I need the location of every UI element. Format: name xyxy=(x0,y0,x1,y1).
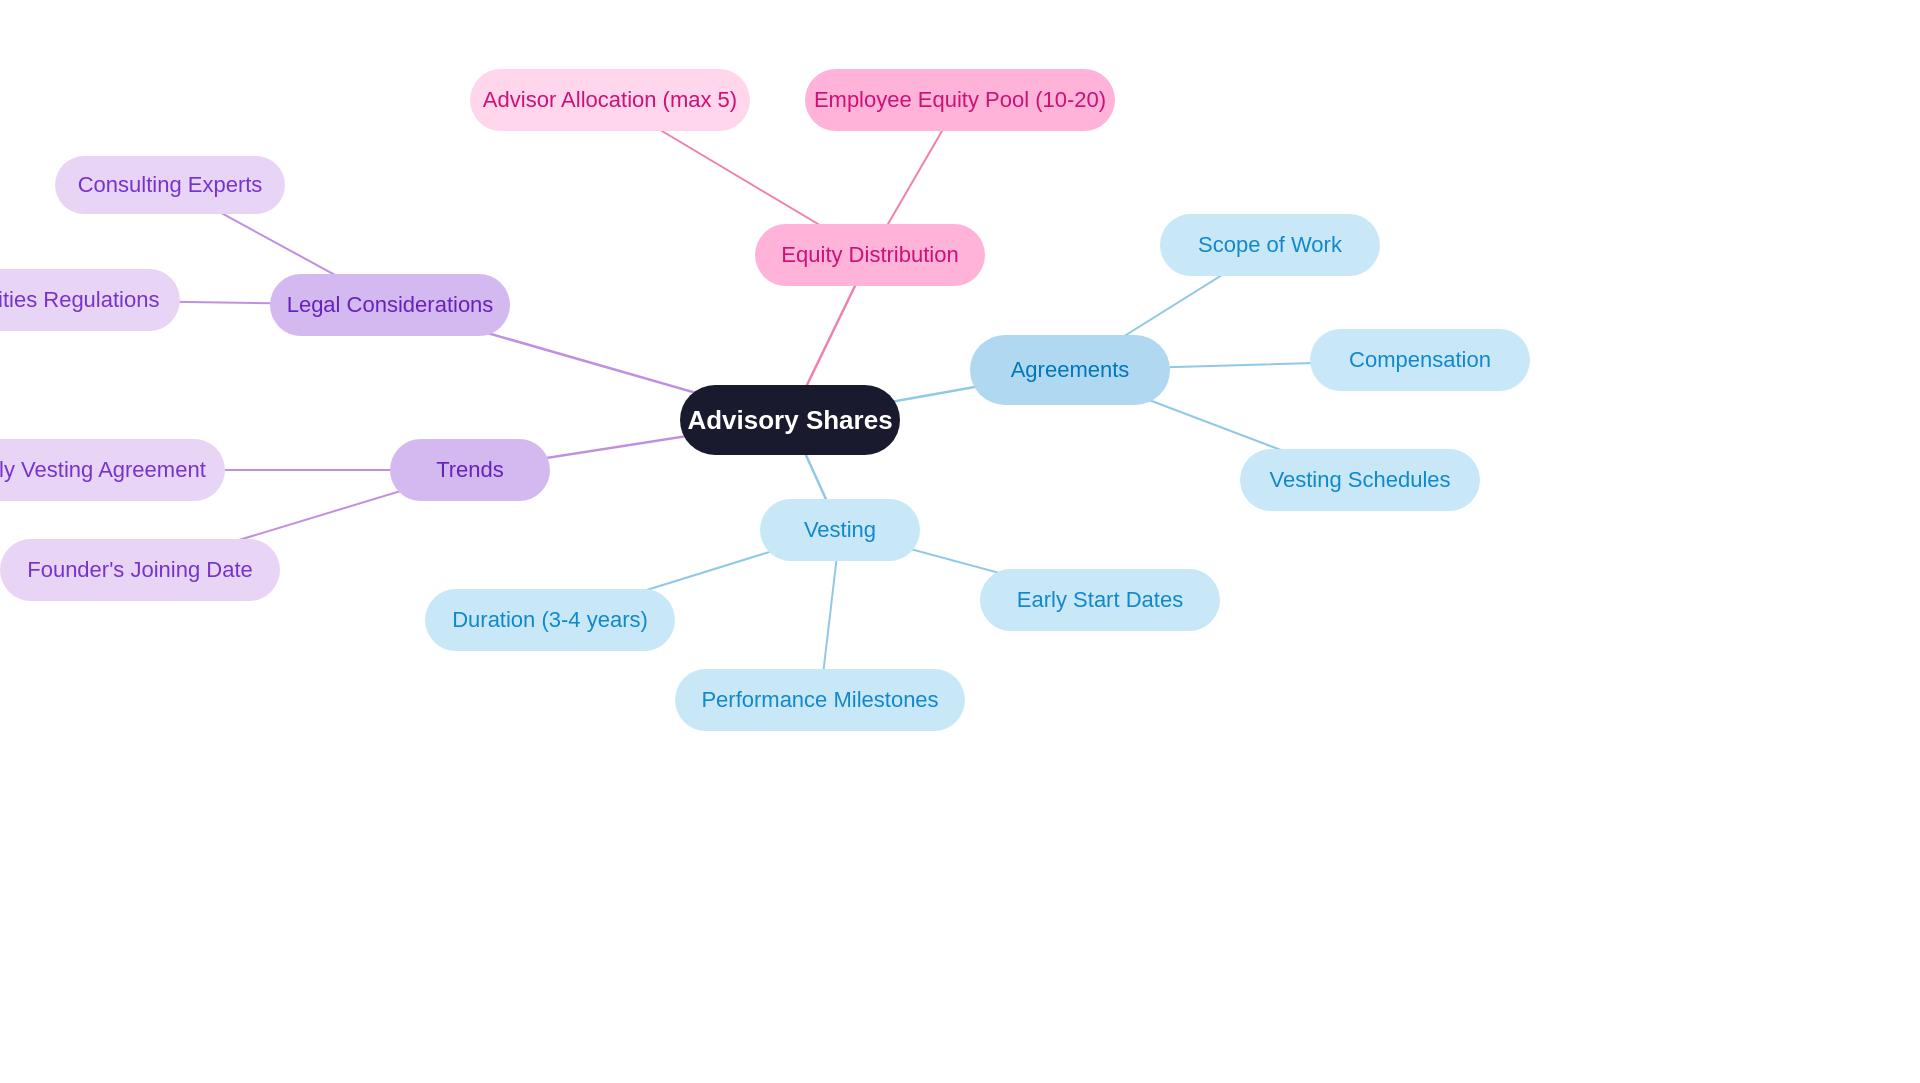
mind-map-container: Advisory Shares Equity Distribution Adviso… xyxy=(0,0,1920,1083)
node-trends[interactable]: Trends xyxy=(390,439,550,501)
node-employee-equity-pool[interactable]: Employee Equity Pool (10-20) xyxy=(805,69,1115,131)
node-early-start-dates[interactable]: Early Start Dates xyxy=(980,569,1220,631)
node-consulting-experts[interactable]: Consulting Experts xyxy=(55,156,285,214)
node-vesting-schedules[interactable]: Vesting Schedules xyxy=(1240,449,1480,511)
node-equity-distribution[interactable]: Equity Distribution xyxy=(755,224,985,286)
node-duration[interactable]: Duration (3-4 years) xyxy=(425,589,675,651)
node-legal-considerations[interactable]: Legal Considerations xyxy=(270,274,510,336)
node-founders-joining-date[interactable]: Founder's Joining Date xyxy=(0,539,280,601)
node-compensation[interactable]: Compensation xyxy=(1310,329,1530,391)
connections-svg xyxy=(0,0,1920,1083)
node-advisor-allocation[interactable]: Advisor Allocation (max 5) xyxy=(470,69,750,131)
node-center[interactable]: Advisory Shares xyxy=(680,385,900,455)
node-agreements[interactable]: Agreements xyxy=(970,335,1170,405)
node-securities-regulations[interactable]: Securities Regulations xyxy=(0,269,180,331)
node-scope-of-work[interactable]: Scope of Work xyxy=(1160,214,1380,276)
node-vesting[interactable]: Vesting xyxy=(760,499,920,561)
node-performance-milestones[interactable]: Performance Milestones xyxy=(675,669,965,731)
node-early-vesting-agreement[interactable]: 40 Early Vesting Agreement xyxy=(0,439,225,501)
